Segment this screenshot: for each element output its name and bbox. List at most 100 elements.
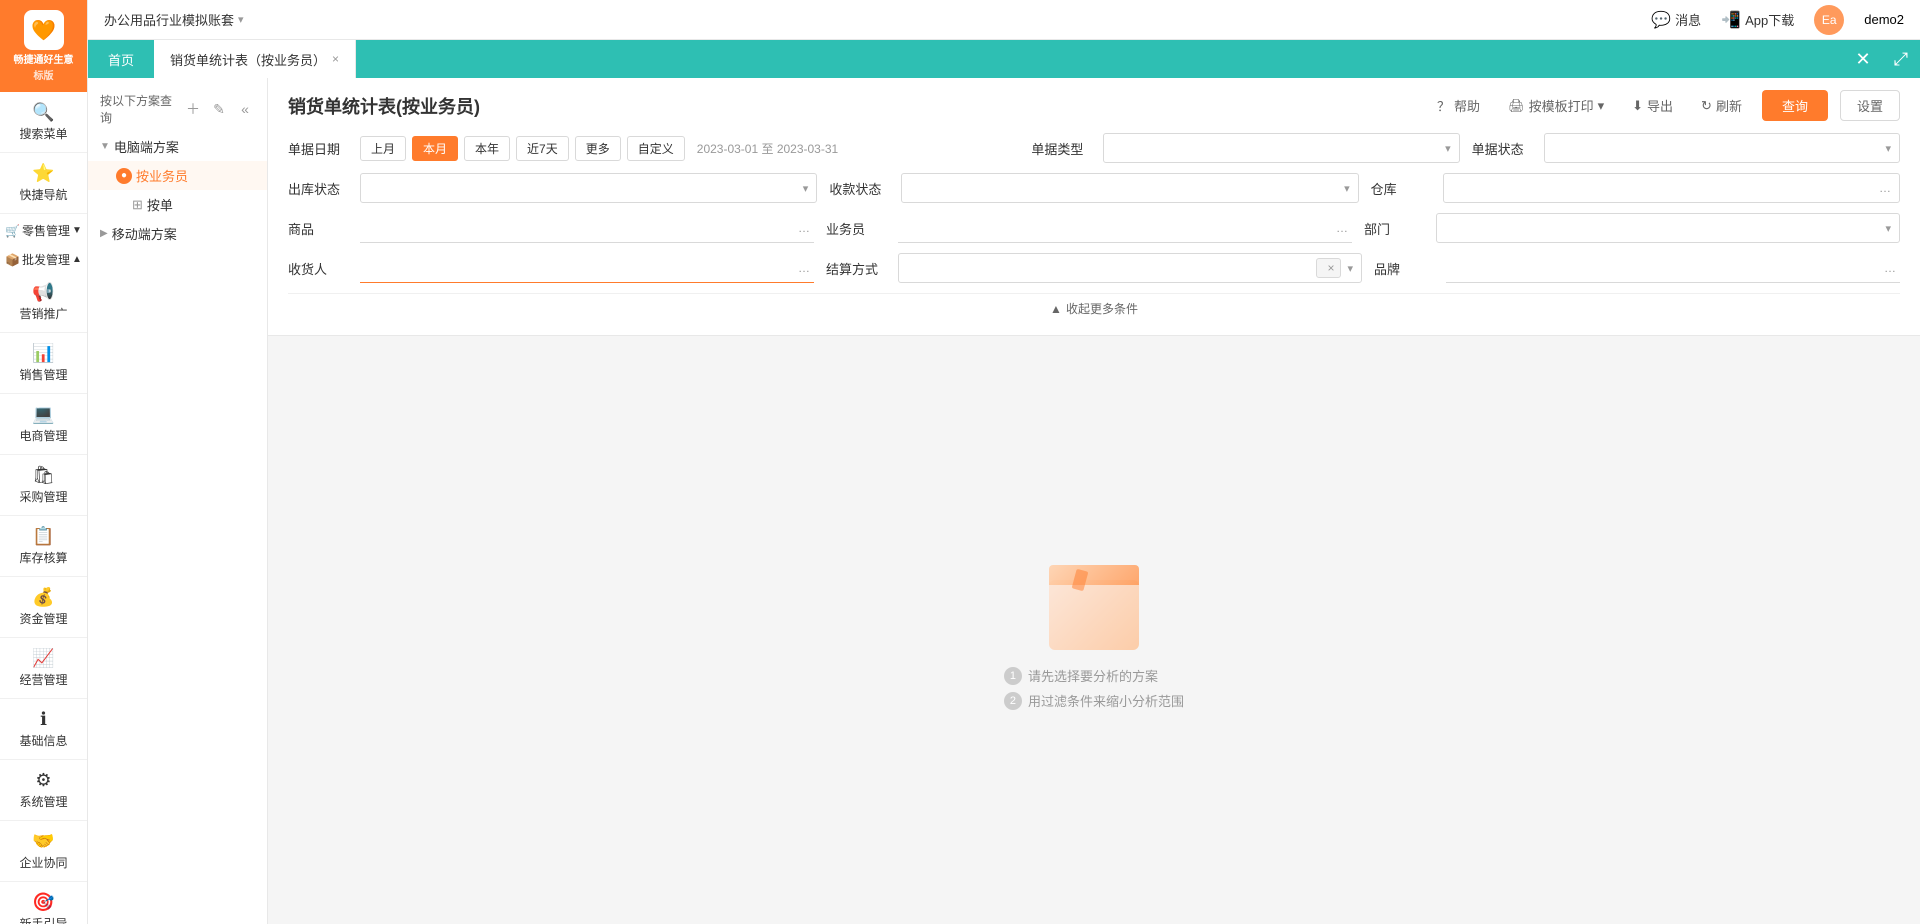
dropdown-chevron[interactable]: ▾ [238,13,244,26]
print-icon: 🖨 [1508,98,1525,114]
print-dropdown-icon: ▾ [1598,98,1605,114]
receipt-status-select[interactable]: ▾ [901,173,1358,203]
sidebar-item-guide[interactable]: 🎯 新手引导 [0,882,87,924]
out-status-label: 出库状态 [288,179,348,198]
date-btn-more[interactable]: 更多 [575,136,621,161]
doc-type-select[interactable]: ▾ [1103,133,1459,163]
sidebar-logo: 🧡 畅捷通好生意 标版 [0,0,87,92]
doc-status-label: 单据状态 [1472,139,1532,158]
sidebar-item-inventory[interactable]: 📋 库存核算 [0,516,87,577]
guide-icon: 🎯 [4,892,83,913]
empty-hint-1: 1 请先选择要分析的方案 [1004,666,1184,685]
dept-select[interactable]: ▾ [1436,213,1900,243]
goods-input[interactable]: … [360,213,814,243]
sidebar-item-retail[interactable]: 🛒 零售管理 ▼ [0,214,87,243]
refresh-icon: ↻ [1701,98,1712,114]
date-range-text: 2023-03-01 至 2023-03-31 [697,140,838,157]
chevron-down-icon: ▼ [72,225,82,236]
date-btn-this-month[interactable]: 本月 [412,136,458,161]
tree-item-desktop[interactable]: ▼ 电脑端方案 [88,132,267,161]
page-header: 销货单统计表(按业务员) ？ 帮助 🖨 按模板打印 ▾ ⬇ [268,78,1920,336]
date-btn-custom[interactable]: 自定义 [627,136,685,161]
chevron-down-icon: ▾ [1445,142,1451,155]
left-panel: 按以下方案查询 ＋ ✎ « ▼ 电脑端方案 ● 按业务员 ⊞ 按单 [88,78,268,924]
out-status-select[interactable]: ▾ [360,173,817,203]
brand-label: 品牌 [1374,259,1434,278]
page-title-row: 销货单统计表(按业务员) ？ 帮助 🖨 按模板打印 ▾ ⬇ [288,90,1900,121]
left-panel-header: 按以下方案查询 ＋ ✎ « [88,86,267,132]
collapse-icon: ▲ [1050,302,1062,316]
main-area: 办公用品行业模拟账套 ▾ 💬 消息 📲 App下载 Ea demo2 首页 销货… [88,0,1920,924]
account-title: 办公用品行业模拟账套 ▾ [104,10,244,29]
date-label: 单据日期 [288,139,348,158]
sidebar-item-system[interactable]: ⚙ 系统管理 [0,760,87,821]
sales-icon: 📊 [4,343,83,364]
sidebar-item-operations[interactable]: 📈 经营管理 [0,638,87,699]
sidebar-item-quick-nav[interactable]: ⭐ 快捷导航 [0,153,87,214]
payment-tag-remove[interactable]: × [1327,261,1334,275]
add-scheme-button[interactable]: ＋ [183,99,203,119]
query-button[interactable]: 查询 [1762,90,1828,121]
salesperson-input[interactable]: … [898,213,1352,243]
date-group: 上月 本月 本年 近7天 更多 自定义 [360,136,685,161]
tree-item-by-order[interactable]: ⊞ 按单 [88,190,267,219]
tab-active[interactable]: 销货单统计表（按业务员） × [154,40,356,78]
top-bar-actions: 💬 消息 📲 App下载 Ea demo2 [1651,5,1904,35]
consignee-input[interactable]: … [360,253,814,283]
tab-home[interactable]: 首页 [88,40,154,78]
tab-close-button[interactable]: × [332,52,339,66]
sidebar-item-basic-info[interactable]: ℹ 基础信息 [0,699,87,760]
sidebar-item-wholesale[interactable]: 📦 批发管理 ▲ [0,243,87,272]
username-label: demo2 [1864,12,1904,27]
inventory-icon: 📋 [4,526,83,547]
sidebar-item-marketing[interactable]: 📢 营销推广 [0,272,87,333]
empty-state: 1 请先选择要分析的方案 2 用过滤条件来缩小分析范围 [1004,550,1184,710]
collapse-filter-button[interactable]: ▲ 收起更多条件 [288,293,1900,323]
doc-status-select[interactable]: ▾ [1544,133,1900,163]
app-download-button[interactable]: 📲 App下载 [1721,10,1794,30]
message-icon: 💬 [1651,10,1671,30]
filter-area: 单据日期 上月 本月 本年 近7天 更多 自定义 2023-03-01 至 20… [288,133,1900,335]
sidebar-item-purchase[interactable]: 🛍 采购管理 [0,455,87,516]
user-avatar[interactable]: Ea [1814,5,1844,35]
help-button[interactable]: ？ 帮助 [1429,92,1488,119]
warehouse-select[interactable]: … [1443,173,1900,203]
logo-text: 畅捷通好生意 [14,54,74,67]
sidebar-item-enterprise[interactable]: 🤝 企业协同 [0,821,87,882]
sidebar-item-search[interactable]: 🔍 搜索菜单 [0,92,87,153]
content-area: 按以下方案查询 ＋ ✎ « ▼ 电脑端方案 ● 按业务员 ⊞ 按单 [88,78,1920,924]
star-icon: ⭐ [4,163,83,184]
template-print-button[interactable]: 🖨 按模板打印 ▾ [1500,92,1612,119]
collapse-panel-button[interactable]: « [235,99,255,119]
tab-bar: 首页 销货单统计表（按业务员） × ✕ ⤢ [88,40,1920,78]
settings-button[interactable]: 设置 [1840,90,1900,121]
date-btn-7days[interactable]: 近7天 [516,136,569,161]
enterprise-icon: 🤝 [4,831,83,852]
refresh-button[interactable]: ↻ 刷新 [1693,92,1750,119]
tab-close-window-button[interactable]: ✕ [1844,40,1882,78]
filter-row-3: 商品 … 业务员 … 部门 ▾ [288,213,1900,243]
operations-icon: 📈 [4,648,83,669]
chevron-up-icon: ▲ [72,254,82,265]
date-btn-this-year[interactable]: 本年 [464,136,510,161]
sidebar-item-sales[interactable]: 📊 销售管理 [0,333,87,394]
filter-row-2: 出库状态 ▾ 收款状态 ▾ 仓库 … [288,173,1900,203]
tree-item-by-salesperson[interactable]: ● 按业务员 [88,161,267,190]
payment-method-select[interactable]: × ▾ [898,253,1362,283]
date-btn-last-month[interactable]: 上月 [360,136,406,161]
empty-illustration [1034,550,1154,650]
tree-item-mobile[interactable]: ▶ 移动端方案 [88,219,267,248]
brand-input[interactable]: … [1446,253,1900,283]
tab-maximize-button[interactable]: ⤢ [1882,40,1920,78]
help-icon: ？ [1437,96,1450,115]
sidebar-item-ecommerce[interactable]: 💻 电商管理 [0,394,87,455]
sidebar-item-finance[interactable]: 💰 资金管理 [0,577,87,638]
search-icon: 🔍 [4,102,83,123]
export-icon: ⬇ [1632,98,1643,114]
message-button[interactable]: 💬 消息 [1651,10,1701,30]
export-button[interactable]: ⬇ 导出 [1624,92,1681,119]
grid-icon: ⊞ [132,197,143,213]
edit-scheme-button[interactable]: ✎ [209,99,229,119]
info-icon: ℹ [4,709,83,730]
dept-label: 部门 [1364,219,1424,238]
